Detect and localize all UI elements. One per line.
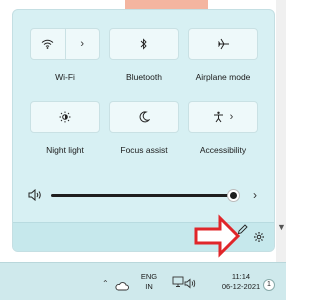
speaker-icon[interactable] xyxy=(28,188,42,206)
accessibility-icon xyxy=(213,111,224,123)
night-light-label: Night light xyxy=(46,145,84,155)
weather-cloud-icon[interactable] xyxy=(115,278,129,296)
clock-area[interactable]: 11:14 06-12-2021 xyxy=(218,272,264,292)
bluetooth-icon xyxy=(140,38,148,50)
wifi-toggle[interactable]: › xyxy=(30,28,100,60)
bluetooth-label: Bluetooth xyxy=(126,72,162,82)
accessibility-toggle[interactable]: › xyxy=(188,101,258,133)
scroll-down-icon[interactable]: ▼ xyxy=(277,222,286,232)
volume-slider-thumb[interactable] xyxy=(228,190,239,201)
night-light-toggle[interactable] xyxy=(30,101,100,133)
bluetooth-toggle[interactable] xyxy=(109,28,179,60)
language-region: IN xyxy=(145,282,153,291)
pencil-icon[interactable] xyxy=(237,222,248,240)
notification-badge[interactable]: 1 xyxy=(263,279,275,291)
volume-row: › xyxy=(13,185,274,206)
network-icon[interactable] xyxy=(172,275,184,293)
volume-tray-icon[interactable] xyxy=(184,276,196,294)
accessibility-label: Accessibility xyxy=(199,145,247,155)
red-arrow-annotation xyxy=(194,214,241,258)
airplane-mode-toggle[interactable] xyxy=(188,28,258,60)
language-indicator[interactable]: ENG IN xyxy=(140,272,158,292)
volume-slider-track[interactable] xyxy=(51,194,237,197)
accessibility-chevron-icon[interactable]: › xyxy=(230,111,234,123)
gear-icon[interactable] xyxy=(253,230,265,248)
focus-assist-toggle[interactable] xyxy=(109,101,179,133)
airplane-mode-label: Airplane mode xyxy=(195,72,251,82)
clock-date: 06-12-2021 xyxy=(221,282,261,291)
wifi-label: Wi-Fi xyxy=(55,72,75,82)
wifi-expand-chevron-icon[interactable]: › xyxy=(65,29,99,59)
wifi-icon[interactable] xyxy=(31,29,65,59)
audio-output-chevron-icon[interactable]: › xyxy=(253,188,257,202)
brightness-icon xyxy=(59,111,71,123)
airplane-icon xyxy=(217,38,230,50)
show-hidden-icons-chevron-icon[interactable]: ⌃ xyxy=(102,279,109,288)
clock-time: 11:14 xyxy=(231,272,251,281)
moon-icon xyxy=(139,111,150,123)
focus-assist-label: Focus assist xyxy=(120,145,168,155)
language-code: ENG xyxy=(140,272,158,281)
